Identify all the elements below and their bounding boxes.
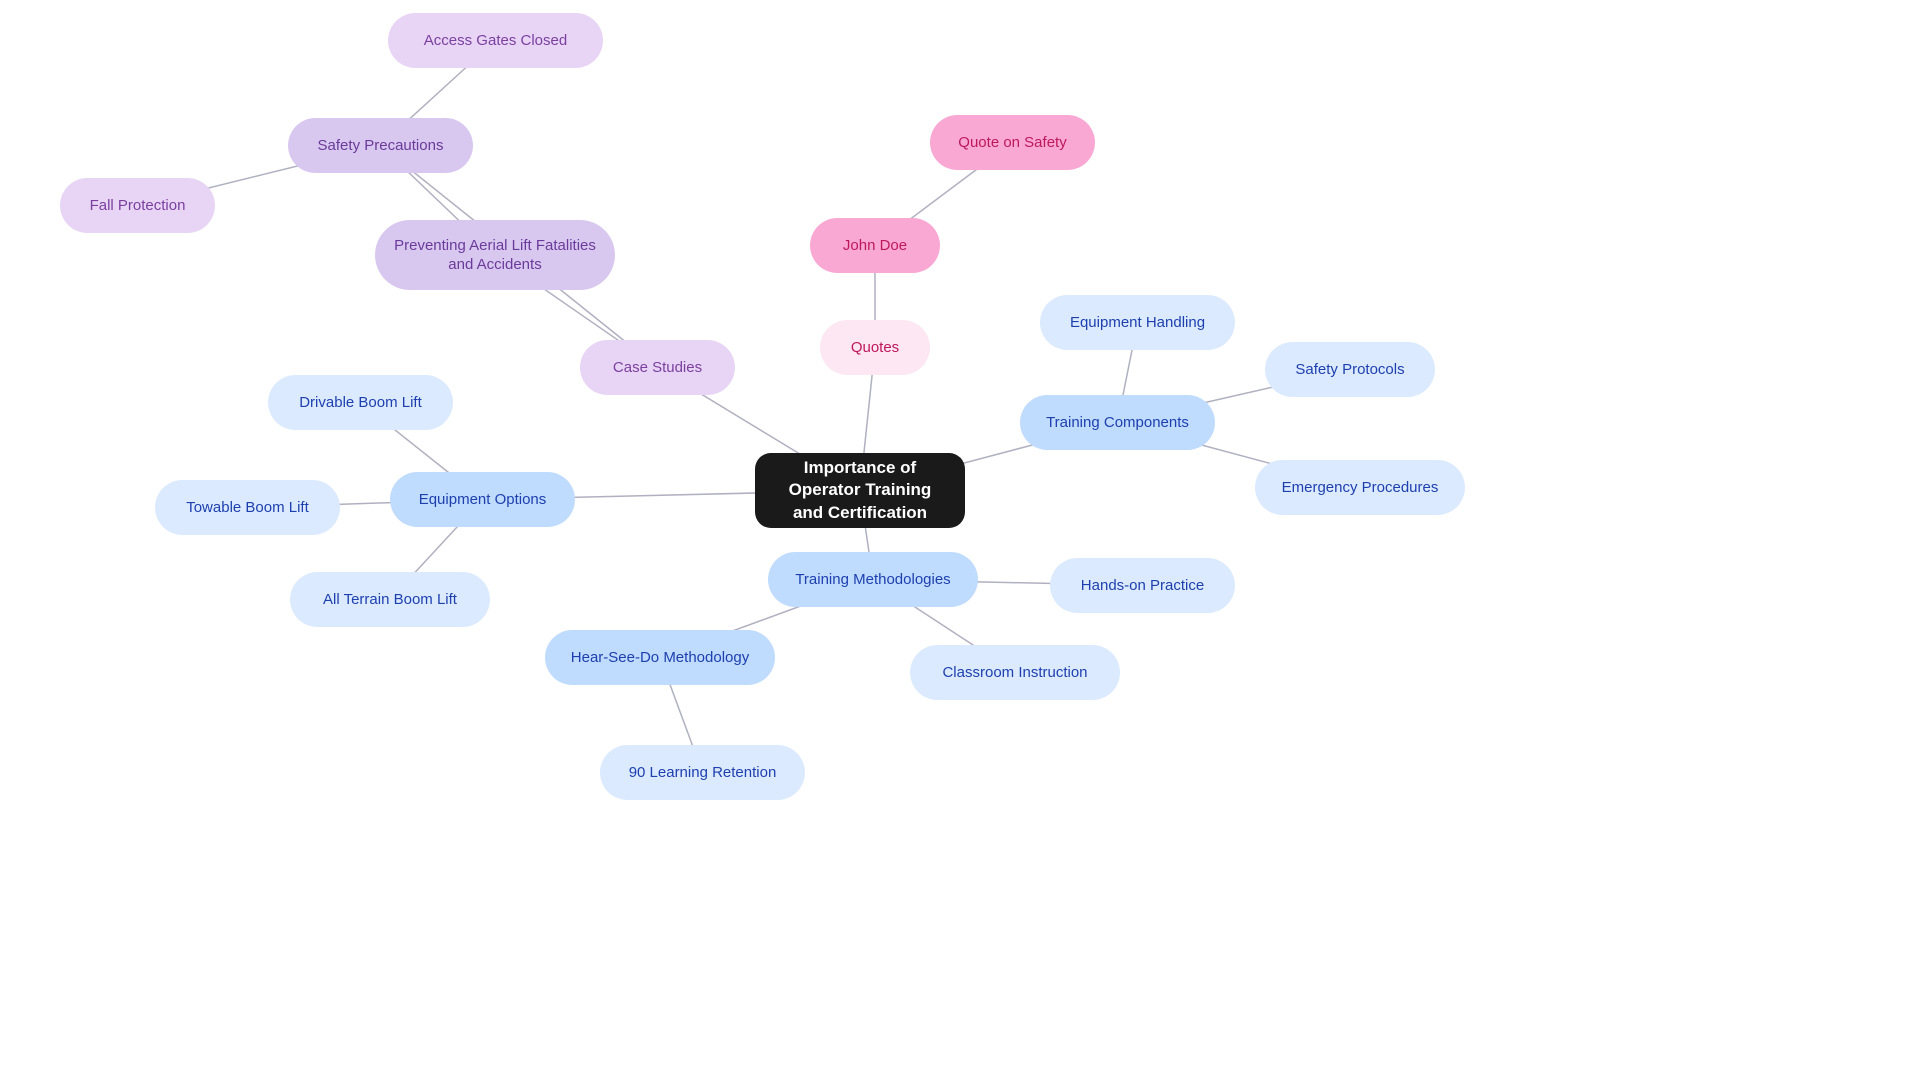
node-90LearningRetention[interactable]: 90 Learning Retention <box>600 745 805 800</box>
node-allTerrainBoomLift[interactable]: All Terrain Boom Lift <box>290 572 490 627</box>
node-caseStudies[interactable]: Case Studies <box>580 340 735 395</box>
node-classroomInstruction[interactable]: Classroom Instruction <box>910 645 1120 700</box>
mindmap-container: Importance of Operator Training and Cert… <box>0 0 1920 1083</box>
node-safetyPrecautions[interactable]: Safety Precautions <box>288 118 473 173</box>
node-equipmentOptions[interactable]: Equipment Options <box>390 472 575 527</box>
node-fallProtection[interactable]: Fall Protection <box>60 178 215 233</box>
node-quotes[interactable]: Quotes <box>820 320 930 375</box>
node-trainingMethodologies[interactable]: Training Methodologies <box>768 552 978 607</box>
node-trainingComponents[interactable]: Training Components <box>1020 395 1215 450</box>
node-drivableBoomLift[interactable]: Drivable Boom Lift <box>268 375 453 430</box>
node-safetyProtocols[interactable]: Safety Protocols <box>1265 342 1435 397</box>
node-preventingAerial[interactable]: Preventing Aerial Lift Fatalities and Ac… <box>375 220 615 290</box>
node-emergencyProcedures[interactable]: Emergency Procedures <box>1255 460 1465 515</box>
node-johnDoe[interactable]: John Doe <box>810 218 940 273</box>
node-hearSeeDo[interactable]: Hear-See-Do Methodology <box>545 630 775 685</box>
node-center[interactable]: Importance of Operator Training and Cert… <box>755 453 965 528</box>
node-accessGatesClosed[interactable]: Access Gates Closed <box>388 13 603 68</box>
node-quoteOnSafety[interactable]: Quote on Safety <box>930 115 1095 170</box>
node-equipmentHandling[interactable]: Equipment Handling <box>1040 295 1235 350</box>
node-towableBoomLift[interactable]: Towable Boom Lift <box>155 480 340 535</box>
node-handsOnPractice[interactable]: Hands-on Practice <box>1050 558 1235 613</box>
